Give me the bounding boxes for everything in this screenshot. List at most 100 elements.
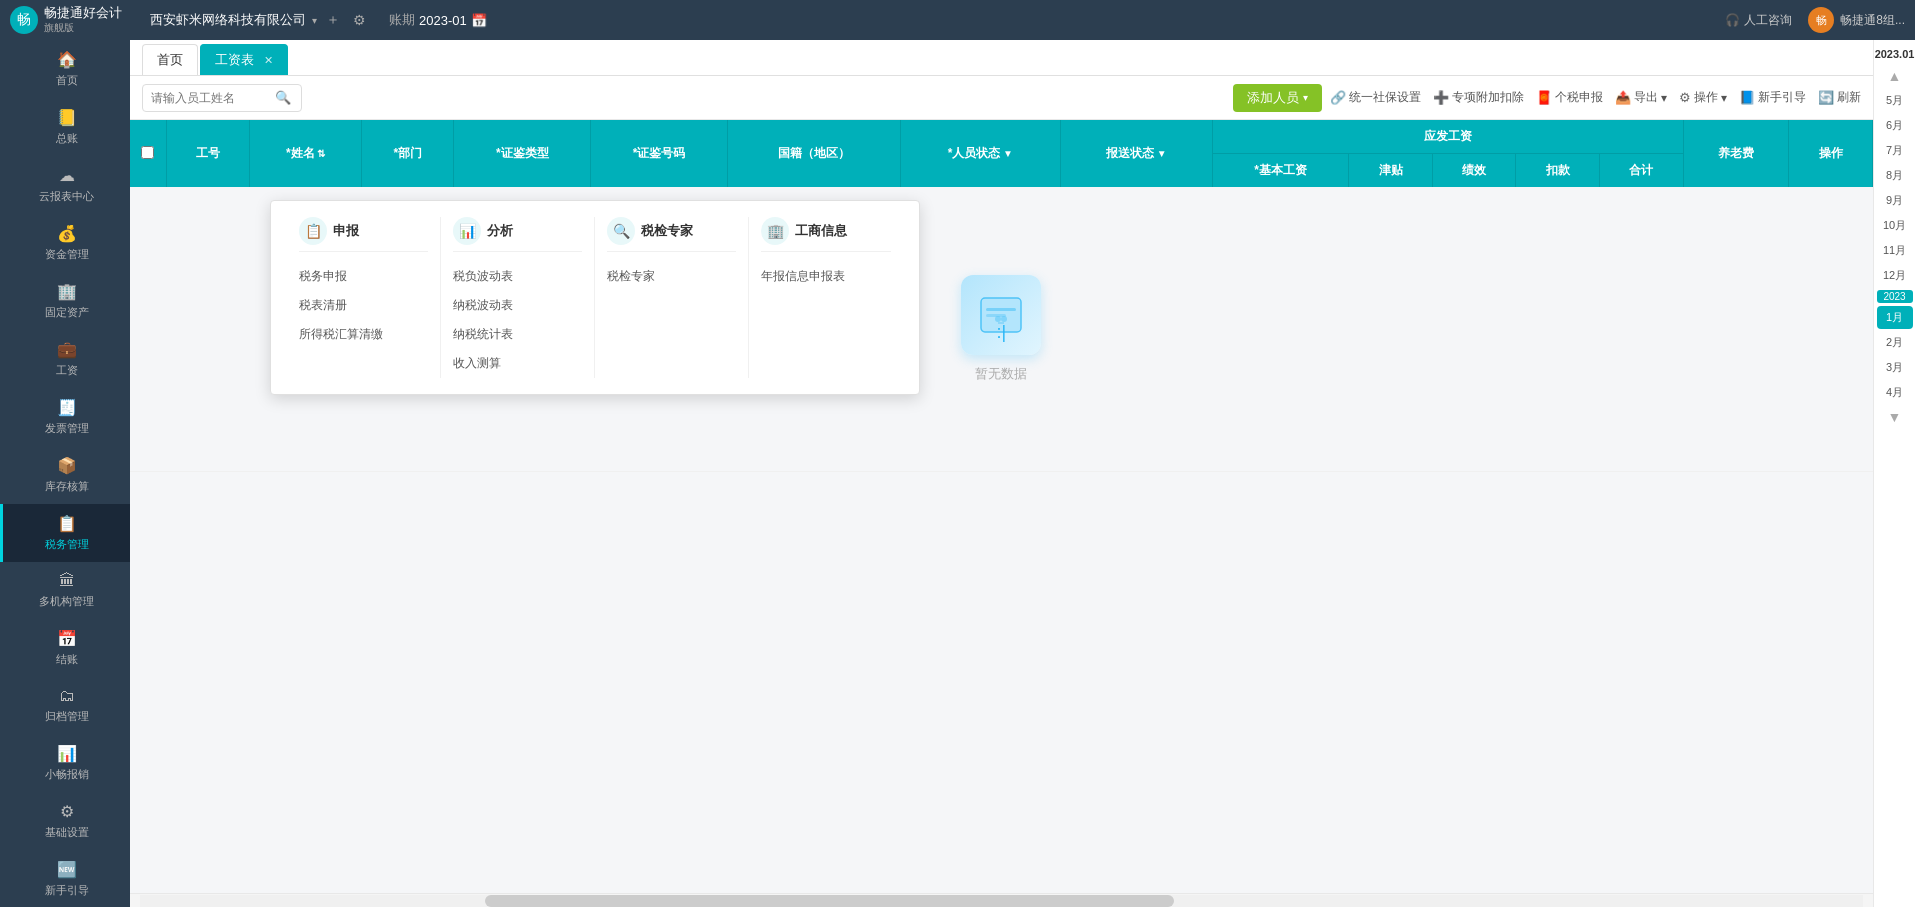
sidebar-item-guide[interactable]: 🆕 新手引导: [0, 850, 130, 907]
tab-home-label: 首页: [157, 52, 183, 67]
service-label: 人工咨询: [1744, 12, 1792, 29]
sidebar-item-ledger[interactable]: 📒 总账: [0, 98, 130, 156]
logo-area: 畅 畅捷通好会计 旗舰版: [10, 5, 140, 35]
service-button[interactable]: 🎧 人工咨询: [1725, 12, 1792, 29]
sidebar-item-cloud-report[interactable]: ☁ 云报表中心: [0, 156, 130, 214]
select-all-checkbox[interactable]: [141, 146, 154, 159]
cal-month-1[interactable]: 1月: [1877, 306, 1913, 329]
col-nation: 国籍（地区）: [727, 120, 900, 187]
col-report-status[interactable]: 报送状态: [1060, 120, 1212, 187]
refresh-btn[interactable]: 🔄 刷新: [1818, 89, 1861, 106]
sidebar-item-close[interactable]: 📅 结账: [0, 619, 130, 677]
sidebar-item-invoice[interactable]: 🧾 发票管理: [0, 388, 130, 446]
assets-icon: 🏢: [57, 282, 77, 301]
sidebar-label-archive: 归档管理: [45, 709, 89, 724]
company-dropdown-icon[interactable]: ▾: [312, 15, 317, 26]
cal-month-3[interactable]: 3月: [1877, 356, 1913, 379]
salary-icon: 💼: [57, 340, 77, 359]
menu-item-tax-stats[interactable]: 纳税统计表: [453, 320, 582, 349]
cal-month-12[interactable]: 12月: [1877, 264, 1913, 287]
cal-month-2[interactable]: 2月: [1877, 331, 1913, 354]
unified-insurance-btn[interactable]: 🔗 统一社保设置: [1330, 89, 1421, 106]
search-input-wrap[interactable]: 🔍: [142, 84, 302, 112]
company-settings-icon[interactable]: ⚙: [349, 10, 369, 30]
special-deduction-btn[interactable]: ➕ 专项附加扣除: [1433, 89, 1524, 106]
horizontal-scrollbar[interactable]: [140, 895, 1863, 907]
personal-tax-icon: 🧧: [1536, 90, 1552, 105]
menu-item-income-tax-calc[interactable]: 所得税汇算清缴: [299, 320, 428, 349]
menu-item-income-forecast[interactable]: 收入测算: [453, 349, 582, 378]
sidebar-item-multi-org[interactable]: 🏛 多机构管理: [0, 562, 130, 619]
menu-item-tax-expert[interactable]: 税检专家: [607, 262, 736, 291]
cal-nav-down-btn[interactable]: ▼: [1882, 407, 1908, 427]
cal-month-7[interactable]: 7月: [1877, 139, 1913, 162]
analysis-section-icon: 📊: [453, 217, 481, 245]
cal-year-2023: 2023: [1877, 290, 1913, 303]
sidebar-item-inventory[interactable]: 📦 库存核算: [0, 446, 130, 504]
tab-home[interactable]: 首页: [142, 44, 198, 75]
cal-month-5[interactable]: 5月: [1877, 89, 1913, 112]
sidebar-item-settings[interactable]: ⚙ 基础设置: [0, 792, 130, 850]
fund-icon: 💰: [57, 224, 77, 243]
search-input[interactable]: [151, 91, 271, 105]
sidebar-label-report: 小畅报销: [45, 767, 89, 782]
export-btn[interactable]: 📤 导出 ▾: [1615, 89, 1667, 106]
tab-salary-sheet-label: 工资表: [215, 52, 254, 67]
tab-close-icon[interactable]: ✕: [264, 54, 273, 66]
sidebar-label-close: 结账: [56, 652, 78, 667]
sidebar-item-salary[interactable]: 💼 工资: [0, 330, 130, 388]
add-company-icon[interactable]: ＋: [323, 10, 343, 30]
period-value: 2023-01: [419, 13, 467, 28]
add-person-button[interactable]: 添加人员 ▾: [1233, 84, 1322, 112]
refresh-icon: 🔄: [1818, 90, 1834, 105]
col-person-status[interactable]: *人员状态: [900, 120, 1060, 187]
col-department: *部门: [362, 120, 454, 187]
sidebar-item-tax[interactable]: 📋 税务管理: [0, 504, 130, 562]
svg-rect-1: [986, 308, 1016, 311]
popup-section-tax-expert: 🔍 税检专家 税检专家: [595, 217, 749, 378]
main-layout: 🏠 首页 📒 总账 ☁ 云报表中心 💰 资金管理 🏢 固定资产 💼 工资 🧾 发…: [0, 40, 1915, 907]
col-allowance: 津贴: [1349, 154, 1433, 188]
special-deduction-label: 专项附加扣除: [1452, 89, 1524, 106]
user-avatar: 畅: [1808, 7, 1834, 33]
business-info-section-icon: 🏢: [761, 217, 789, 245]
period-area: 账期 2023-01 📅: [389, 11, 487, 29]
cal-month-6[interactable]: 6月: [1877, 114, 1913, 137]
cal-month-11[interactable]: 11月: [1877, 239, 1913, 262]
operations-btn[interactable]: ⚙ 操作 ▾: [1679, 89, 1727, 106]
cal-month-8[interactable]: 8月: [1877, 164, 1913, 187]
user-name: 畅捷通8组...: [1840, 12, 1905, 29]
invoice-icon: 🧾: [57, 398, 77, 417]
col-name[interactable]: *姓名: [250, 120, 362, 187]
col-checkbox[interactable]: [130, 120, 166, 187]
multi-org-icon: 🏛: [59, 572, 75, 590]
user-area[interactable]: 畅 畅捷通8组...: [1808, 7, 1905, 33]
menu-item-annual-report[interactable]: 年报信息申报表: [761, 262, 891, 291]
personal-tax-label: 个税申报: [1555, 89, 1603, 106]
special-deduction-icon: ➕: [1433, 90, 1449, 105]
cal-month-9[interactable]: 9月: [1877, 189, 1913, 212]
guide-btn[interactable]: 📘 新手引导: [1739, 89, 1806, 106]
sidebar-label-home: 首页: [56, 73, 78, 88]
report-icon: 📊: [57, 744, 77, 763]
cal-month-4[interactable]: 4月: [1877, 381, 1913, 404]
tab-salary-sheet[interactable]: 工资表 ✕: [200, 44, 288, 75]
sidebar-item-home[interactable]: 🏠 首页: [0, 40, 130, 98]
cal-nav-up-btn[interactable]: ▲: [1882, 66, 1908, 86]
period-calendar-icon[interactable]: 📅: [471, 13, 487, 28]
sidebar-item-assets[interactable]: 🏢 固定资产: [0, 272, 130, 330]
cal-header: 2023.01: [1873, 44, 1915, 64]
menu-item-tax-dynamic[interactable]: 纳税波动表: [453, 291, 582, 320]
menu-item-tax-declare[interactable]: 税务申报: [299, 262, 428, 291]
sidebar-item-archive[interactable]: 🗂 归档管理: [0, 677, 130, 734]
cal-month-10[interactable]: 10月: [1877, 214, 1913, 237]
menu-item-tax-table[interactable]: 税表清册: [299, 291, 428, 320]
popup-section-header-business-info: 🏢 工商信息: [761, 217, 891, 252]
operations-label: 操作: [1694, 89, 1718, 106]
sidebar-item-fund[interactable]: 💰 资金管理: [0, 214, 130, 272]
popup-section-business-info: 🏢 工商信息 年报信息申报表: [749, 217, 903, 378]
sidebar-item-report[interactable]: 📊 小畅报销: [0, 734, 130, 792]
personal-tax-btn[interactable]: 🧧 个税申报: [1536, 89, 1603, 106]
menu-item-tax-burden[interactable]: 税负波动表: [453, 262, 582, 291]
tax-menu-dropdown: 📋 申报 税务申报 税表清册 所得税汇算清缴 📊 分析 税负波动表: [270, 200, 920, 395]
